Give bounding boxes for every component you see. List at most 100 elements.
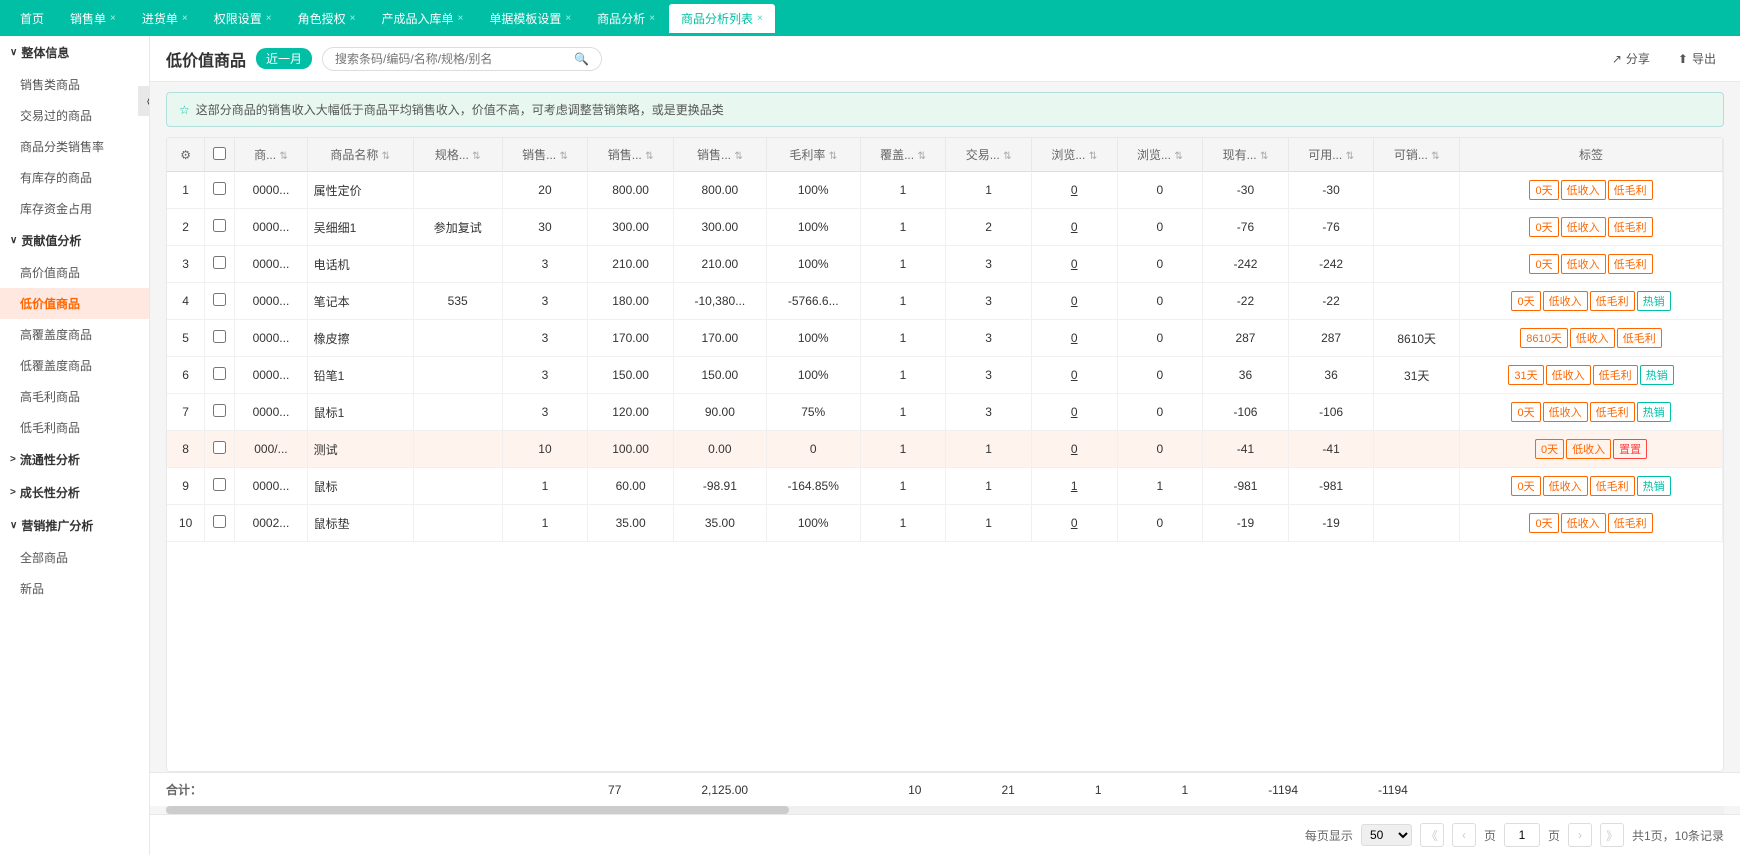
nav-sales[interactable]: 销售单 × [58, 4, 128, 33]
time-filter-btn[interactable]: 近一月 [256, 48, 312, 69]
nav-purchase[interactable]: 进货单 × [130, 4, 200, 33]
sidebar-item-stocked-goods[interactable]: 有库存的商品 [0, 162, 149, 193]
row-checkbox[interactable] [213, 293, 226, 306]
nav-sales-close[interactable]: × [110, 13, 116, 24]
nav-goods-list[interactable]: 商品分析列表 × [669, 4, 775, 33]
cell-checkbox[interactable] [205, 468, 235, 505]
row-checkbox[interactable] [213, 441, 226, 454]
nav-roles[interactable]: 角色授权 × [286, 4, 368, 33]
sidebar-section-contribution[interactable]: ∨ 贡献值分析 [0, 224, 149, 257]
col-transactions[interactable]: 交易... ⇅ [946, 138, 1032, 172]
sidebar-section-marketing[interactable]: ∨ 营销推广分析 [0, 509, 149, 542]
sidebar-item-low-coverage[interactable]: 低覆盖度商品 [0, 350, 149, 381]
col-code[interactable]: 商... ⇅ [235, 138, 307, 172]
cell-checkbox[interactable] [205, 209, 235, 246]
cell-code: 000/... [235, 431, 307, 468]
nav-goods-analysis[interactable]: 商品分析 × [585, 4, 667, 33]
sidebar-section-liquidity[interactable]: > 流通性分析 [0, 443, 149, 476]
sidebar-item-traded-goods[interactable]: 交易过的商品 [0, 100, 149, 131]
nav-home[interactable]: 首页 [8, 4, 56, 33]
browse1-link[interactable]: 0 [1071, 368, 1078, 382]
first-page-btn[interactable]: 《 [1420, 823, 1444, 847]
sidebar-item-all-goods[interactable]: 全部商品 [0, 542, 149, 573]
next-page-btn[interactable]: › [1568, 823, 1592, 847]
col-sales-gross[interactable]: 销售... ⇅ [673, 138, 766, 172]
browse1-link[interactable]: 0 [1071, 331, 1078, 345]
row-checkbox[interactable] [213, 404, 226, 417]
select-all-checkbox[interactable] [213, 147, 226, 160]
cell-amount: 170.00 [588, 320, 674, 357]
cell-checkbox[interactable] [205, 505, 235, 542]
table-scrollbar[interactable] [166, 806, 1724, 814]
footer-browse2: 1 [1182, 783, 1189, 797]
sidebar-collapse-btn[interactable]: 《 [138, 86, 150, 116]
browse1-link[interactable]: 0 [1071, 220, 1078, 234]
sidebar-item-low-value[interactable]: 低价值商品 [0, 288, 149, 319]
nav-purchase-close[interactable]: × [182, 13, 188, 24]
cell-checkbox[interactable] [205, 320, 235, 357]
sidebar-item-high-value[interactable]: 高价值商品 [0, 257, 149, 288]
col-settings[interactable]: ⚙ [167, 138, 205, 172]
sidebar-section-growth[interactable]: > 成长性分析 [0, 476, 149, 509]
sidebar-item-new-goods[interactable]: 新品 [0, 573, 149, 604]
share-btn[interactable]: ↗ 分享 [1604, 46, 1658, 71]
nav-stock-close[interactable]: × [457, 13, 463, 24]
col-gross-rate[interactable]: 毛利率 ⇅ [766, 138, 860, 172]
row-checkbox[interactable] [213, 367, 226, 380]
cell-checkbox[interactable] [205, 394, 235, 431]
per-page-select[interactable]: 50 100 200 [1361, 824, 1412, 846]
row-checkbox[interactable] [213, 515, 226, 528]
nav-goods-analysis-close[interactable]: × [649, 13, 655, 24]
sidebar-item-stock-funds[interactable]: 库存资金占用 [0, 193, 149, 224]
col-spec[interactable]: 规格... ⇅ [413, 138, 502, 172]
cell-name: 测试 [307, 431, 413, 468]
row-checkbox[interactable] [213, 256, 226, 269]
cell-checkbox[interactable] [205, 431, 235, 468]
sidebar-item-high-margin[interactable]: 高毛利商品 [0, 381, 149, 412]
sidebar-item-sales-goods[interactable]: 销售类商品 [0, 69, 149, 100]
prev-page-btn[interactable]: ‹ [1452, 823, 1476, 847]
nav-permissions-close[interactable]: × [266, 13, 272, 24]
col-coverage[interactable]: 覆盖... ⇅ [860, 138, 946, 172]
browse1-link[interactable]: 1 [1071, 479, 1078, 493]
browse1-link[interactable]: 0 [1071, 183, 1078, 197]
sidebar-item-low-margin[interactable]: 低毛利商品 [0, 412, 149, 443]
nav-template-close[interactable]: × [565, 13, 571, 24]
export-btn[interactable]: ⬆ 导出 [1670, 46, 1724, 71]
last-page-btn[interactable]: 》 [1600, 823, 1624, 847]
browse1-link[interactable]: 0 [1071, 294, 1078, 308]
col-browse2[interactable]: 浏览... ⇅ [1117, 138, 1203, 172]
cell-checkbox[interactable] [205, 172, 235, 209]
nav-stock-in[interactable]: 产成品入库单 × [369, 4, 475, 33]
col-sales-qty[interactable]: 销售... ⇅ [502, 138, 588, 172]
col-sales-amount[interactable]: 销售... ⇅ [588, 138, 674, 172]
browse1-link[interactable]: 0 [1071, 442, 1078, 456]
nav-permissions[interactable]: 权限设置 × [202, 4, 284, 33]
nav-goods-list-close[interactable]: × [757, 13, 763, 24]
nav-roles-close[interactable]: × [350, 13, 356, 24]
cell-checkbox[interactable] [205, 357, 235, 394]
row-checkbox[interactable] [213, 330, 226, 343]
col-saleable[interactable]: 可销... ⇅ [1374, 138, 1460, 172]
nav-template[interactable]: 单据模板设置 × [477, 4, 583, 33]
browse1-link[interactable]: 0 [1071, 257, 1078, 271]
sidebar-item-category-rate[interactable]: 商品分类销售率 [0, 131, 149, 162]
browse1-link[interactable]: 0 [1071, 405, 1078, 419]
scrollbar-thumb[interactable] [166, 806, 789, 814]
cell-tags: 0天低收入低毛利 [1460, 246, 1723, 283]
search-icon[interactable]: 🔍 [574, 52, 589, 66]
cell-checkbox[interactable] [205, 283, 235, 320]
cell-checkbox[interactable] [205, 246, 235, 283]
col-current[interactable]: 现有... ⇅ [1203, 138, 1289, 172]
sidebar-item-high-coverage[interactable]: 高覆盖度商品 [0, 319, 149, 350]
row-checkbox[interactable] [213, 219, 226, 232]
col-browse1[interactable]: 浏览... ⇅ [1031, 138, 1117, 172]
search-input[interactable] [335, 52, 568, 66]
page-input[interactable] [1504, 823, 1540, 847]
row-checkbox[interactable] [213, 182, 226, 195]
col-name[interactable]: 商品名称 ⇅ [307, 138, 413, 172]
col-available[interactable]: 可用... ⇅ [1288, 138, 1374, 172]
row-checkbox[interactable] [213, 478, 226, 491]
browse1-link[interactable]: 0 [1071, 516, 1078, 530]
sidebar-section-overall[interactable]: ∨ 整体信息 [0, 36, 149, 69]
